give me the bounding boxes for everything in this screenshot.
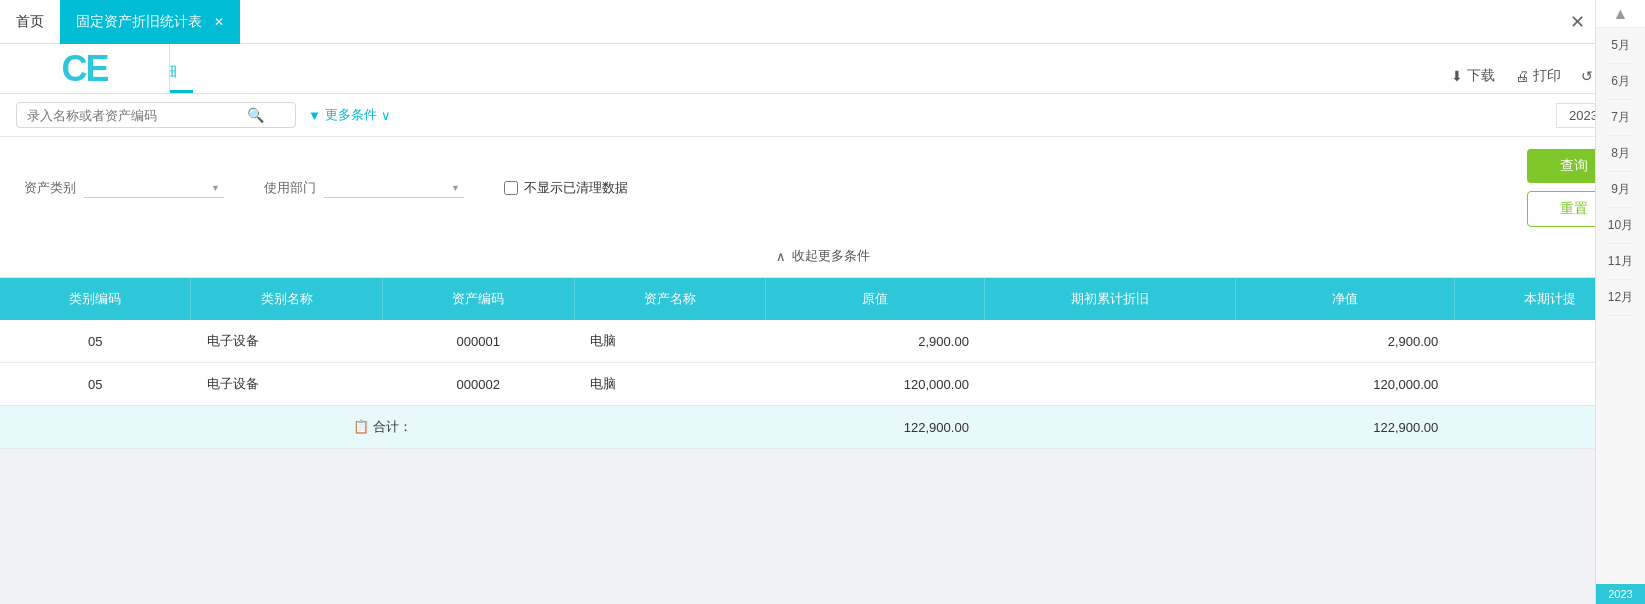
tab-label: 固定资产折旧统计表: [76, 13, 202, 31]
total-initial-accumulated: [985, 406, 1235, 449]
cell-category-code: 05: [0, 320, 191, 363]
month-nav-item[interactable]: 11月: [1608, 244, 1633, 280]
search-icon: 🔍: [247, 107, 264, 123]
col-header-initial-accumulated: 期初累计折旧: [985, 278, 1235, 320]
collapse-icon: ∧: [776, 249, 786, 264]
col-header-category-name: 类别名称: [191, 278, 383, 320]
cell-original-value: 120,000.00: [766, 363, 985, 406]
col-header-net-value: 净值: [1235, 278, 1454, 320]
month-nav-up-btn[interactable]: ▲: [1596, 0, 1645, 28]
col-header-asset-name: 资产名称: [574, 278, 766, 320]
collapse-conditions-btn[interactable]: ∧ 收起更多条件: [24, 239, 1621, 277]
month-nav-item[interactable]: 6月: [1608, 64, 1633, 100]
sub-tabs-bar: ⊞ 汇总 📋 明细 ⬇ 下载 🖨 打印 ↺ 刷新: [0, 44, 1645, 94]
cell-initial-accumulated: [985, 320, 1235, 363]
department-select[interactable]: [324, 178, 464, 198]
asset-category-filter: 资产类别: [24, 178, 224, 198]
month-nav-item[interactable]: 12月: [1608, 280, 1633, 316]
logo-area: CE: [0, 44, 170, 94]
print-btn[interactable]: 🖨 打印: [1515, 67, 1561, 85]
filter-bar: 🔍 ▼ 更多条件 ∨ 2023.01: [0, 94, 1645, 137]
no-cleared-checkbox-label[interactable]: 不显示已清理数据: [504, 179, 628, 197]
cell-initial-accumulated: [985, 363, 1235, 406]
month-nav: ▲ 5月6月7月8月9月10月11月12月 2023: [1595, 0, 1645, 604]
cell-asset-code: 000002: [382, 363, 574, 406]
department-filter: 使用部门: [264, 178, 464, 198]
cell-asset-name: 电脑: [574, 363, 766, 406]
cell-net-value: 2,900.00: [1235, 320, 1454, 363]
cell-original-value: 2,900.00: [766, 320, 985, 363]
table-container: 类别编码 类别名称 资产编码 资产名称 原值 期初累计折旧 净值 本期计提 05…: [0, 278, 1645, 449]
no-cleared-checkbox[interactable]: [504, 181, 518, 195]
col-header-category-code: 类别编码: [0, 278, 191, 320]
table-row: 05 电子设备 000001 电脑 2,900.00 2,900.00: [0, 320, 1645, 363]
col-header-asset-code: 资产编码: [382, 278, 574, 320]
more-conditions-btn[interactable]: ▼ 更多条件 ∨: [308, 106, 391, 124]
total-original-value: 122,900.00: [766, 406, 985, 449]
month-nav-item[interactable]: 7月: [1608, 100, 1633, 136]
asset-category-label: 资产类别: [24, 179, 76, 197]
cell-net-value: 120,000.00: [1235, 363, 1454, 406]
total-icon: 📋: [353, 419, 369, 434]
total-net-value: 122,900.00: [1235, 406, 1454, 449]
window-close-icon[interactable]: ✕: [1570, 11, 1585, 33]
cell-asset-code: 000001: [382, 320, 574, 363]
active-tab[interactable]: 固定资产折旧统计表 ✕: [60, 0, 240, 44]
top-nav: 首页 固定资产折旧统计表 ✕ ✕: [0, 0, 1645, 44]
data-table: 类别编码 类别名称 资产编码 资产名称 原值 期初累计折旧 净值 本期计提 05…: [0, 278, 1645, 449]
table-header-row: 类别编码 类别名称 资产编码 资产名称 原值 期初累计折旧 净值 本期计提: [0, 278, 1645, 320]
print-icon: 🖨: [1515, 68, 1529, 84]
chevron-down-icon: ∨: [381, 108, 391, 123]
total-row: 📋合计： 122,900.00 122,900.00: [0, 406, 1645, 449]
total-label-cell: 📋合计：: [0, 406, 766, 449]
year-label: 2023: [1596, 584, 1645, 604]
asset-category-select[interactable]: [84, 178, 224, 198]
advanced-filter: 资产类别 使用部门 不显示已清理数据: [0, 137, 1645, 278]
home-tab[interactable]: 首页: [16, 13, 60, 31]
no-cleared-label: 不显示已清理数据: [524, 179, 628, 197]
cell-category-name: 电子设备: [191, 363, 383, 406]
col-header-original-value: 原值: [766, 278, 985, 320]
cell-asset-name: 电脑: [574, 320, 766, 363]
month-nav-item[interactable]: 10月: [1608, 208, 1633, 244]
refresh-icon: ↺: [1581, 68, 1593, 84]
tab-close-icon[interactable]: ✕: [214, 15, 224, 29]
adv-filter-row: 资产类别 使用部门 不显示已清理数据: [24, 149, 1621, 227]
cell-category-code: 05: [0, 363, 191, 406]
cell-category-name: 电子设备: [191, 320, 383, 363]
month-nav-item[interactable]: 5月: [1608, 28, 1633, 64]
search-input-wrapper: 🔍: [16, 102, 296, 128]
search-input[interactable]: [27, 108, 247, 123]
month-nav-item[interactable]: 8月: [1608, 136, 1633, 172]
table-row: 05 电子设备 000002 电脑 120,000.00 120,000.00: [0, 363, 1645, 406]
department-label: 使用部门: [264, 179, 316, 197]
download-icon: ⬇: [1451, 68, 1463, 84]
asset-category-select-wrapper: [84, 178, 224, 198]
logo-text: CE: [61, 48, 107, 90]
month-nav-item[interactable]: 9月: [1608, 172, 1633, 208]
download-btn[interactable]: ⬇ 下载: [1451, 67, 1495, 85]
department-select-wrapper: [324, 178, 464, 198]
filter-icon: ▼: [308, 108, 321, 123]
